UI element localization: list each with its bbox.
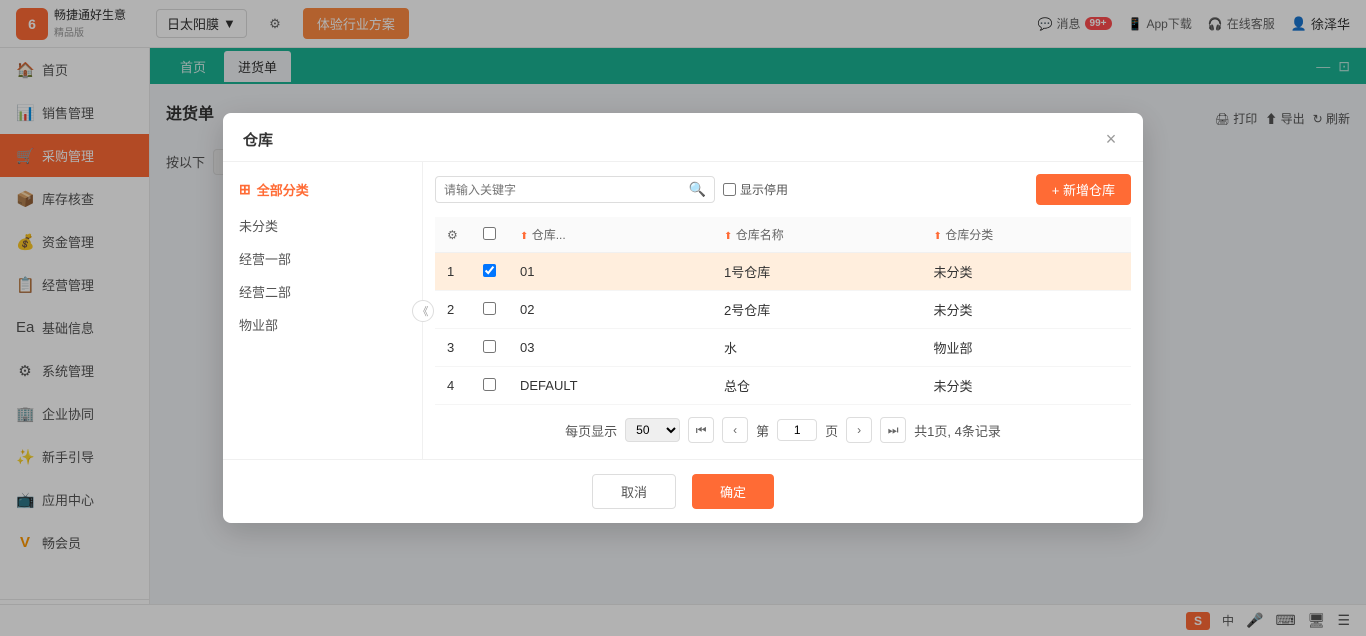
new-warehouse-button[interactable]: + 新增仓库 [1036, 174, 1131, 205]
cell-code: 01 [508, 253, 712, 291]
page-number-input[interactable] [777, 419, 817, 441]
warehouse-modal: 仓库 × ⊞ 全部分类 未分类 经营一部 经营二部 物业部 《 🔍 [223, 113, 1143, 523]
cell-name: 总仓 [712, 367, 921, 405]
search-box: 🔍 [435, 176, 715, 203]
table-header-row: ⚙ ⬆ 仓库... ⬆ 仓库名称 ⬆ 仓库分类 [435, 217, 1131, 253]
cell-index: 1 [435, 253, 471, 291]
cell-category: 未分类 [922, 253, 1132, 291]
col-checkbox [471, 217, 508, 253]
row-checkbox[interactable] [483, 340, 496, 353]
table-row: 2 02 2号仓库 未分类 [435, 291, 1131, 329]
sort-icon-name: ⬆ [724, 231, 732, 242]
category-item-property[interactable]: 物业部 [223, 308, 422, 341]
collapse-icon: 《 [418, 303, 429, 319]
show-disabled-text: 显示停用 [740, 181, 788, 198]
cell-code: 02 [508, 291, 712, 329]
category-item-dept2[interactable]: 经营二部 [223, 275, 422, 308]
cell-name: 水 [712, 329, 921, 367]
cell-index: 2 [435, 291, 471, 329]
col-settings: ⚙ [435, 217, 471, 253]
th-settings-icon: ⚙ [447, 228, 458, 242]
per-page-label: 每页显示 [565, 421, 617, 440]
confirm-button[interactable]: 确定 [692, 474, 774, 509]
collapse-button[interactable]: 《 [412, 300, 434, 322]
modal-footer: 取消 确定 [223, 459, 1143, 523]
all-category-header[interactable]: ⊞ 全部分类 [223, 174, 422, 209]
cell-index: 3 [435, 329, 471, 367]
show-disabled-checkbox[interactable] [723, 183, 736, 196]
cell-checkbox[interactable] [471, 253, 508, 291]
modal-header: 仓库 × [223, 113, 1143, 162]
per-page-select[interactable]: 50 10 20 100 [625, 418, 680, 442]
category-item-unclassified[interactable]: 未分类 [223, 209, 422, 242]
cell-checkbox[interactable] [471, 367, 508, 405]
category-item-dept1[interactable]: 经营一部 [223, 242, 422, 275]
row-checkbox[interactable] [483, 264, 496, 277]
show-disabled-label[interactable]: 显示停用 [723, 181, 788, 198]
all-category-label: 全部分类 [257, 180, 309, 199]
table-row: 3 03 水 物业部 [435, 329, 1131, 367]
cell-checkbox[interactable] [471, 329, 508, 367]
row-checkbox[interactable] [483, 378, 496, 391]
table-row: 1 01 1号仓库 未分类 [435, 253, 1131, 291]
cell-category: 未分类 [922, 291, 1132, 329]
col-name: ⬆ 仓库名称 [712, 217, 921, 253]
pagination: 每页显示 50 10 20 100 ⏮ ‹ 第 页 › ⏭ 共1页, 4条记录 [435, 405, 1131, 447]
grid-icon: ⊞ [239, 181, 251, 198]
page-suffix: 页 [825, 421, 838, 440]
page-label: 第 [756, 421, 769, 440]
last-page-button[interactable]: ⏭ [880, 417, 906, 443]
modal-body: ⊞ 全部分类 未分类 经营一部 经营二部 物业部 《 🔍 显示停用 [223, 162, 1143, 459]
table-toolbar: 🔍 显示停用 + 新增仓库 [435, 174, 1131, 205]
col-category: ⬆ 仓库分类 [922, 217, 1132, 253]
cell-name: 1号仓库 [712, 253, 921, 291]
first-page-button[interactable]: ⏮ [688, 417, 714, 443]
row-checkbox[interactable] [483, 302, 496, 315]
select-all-checkbox[interactable] [483, 227, 496, 240]
search-input[interactable] [444, 183, 685, 197]
table-row: 4 DEFAULT 总仓 未分类 [435, 367, 1131, 405]
next-page-button[interactable]: › [846, 417, 872, 443]
cell-code: DEFAULT [508, 367, 712, 405]
modal-title: 仓库 [243, 129, 273, 150]
warehouse-table: ⚙ ⬆ 仓库... ⬆ 仓库名称 ⬆ 仓库分类 1 [435, 217, 1131, 405]
sort-icon-code: ⬆ [520, 231, 528, 242]
cell-category: 物业部 [922, 329, 1132, 367]
cell-code: 03 [508, 329, 712, 367]
cancel-button[interactable]: 取消 [592, 474, 676, 509]
cell-category: 未分类 [922, 367, 1132, 405]
cell-index: 4 [435, 367, 471, 405]
total-info: 共1页, 4条记录 [914, 421, 1001, 440]
cell-checkbox[interactable] [471, 291, 508, 329]
table-panel: 🔍 显示停用 + 新增仓库 ⚙ ⬆ 仓库... [423, 162, 1143, 459]
col-code: ⬆ 仓库... [508, 217, 712, 253]
prev-page-button[interactable]: ‹ [722, 417, 748, 443]
category-panel: ⊞ 全部分类 未分类 经营一部 经营二部 物业部 《 [223, 162, 423, 459]
modal-close-button[interactable]: × [1099, 127, 1123, 151]
cell-name: 2号仓库 [712, 291, 921, 329]
search-icon[interactable]: 🔍 [689, 181, 706, 198]
sort-icon-category: ⬆ [934, 231, 942, 242]
